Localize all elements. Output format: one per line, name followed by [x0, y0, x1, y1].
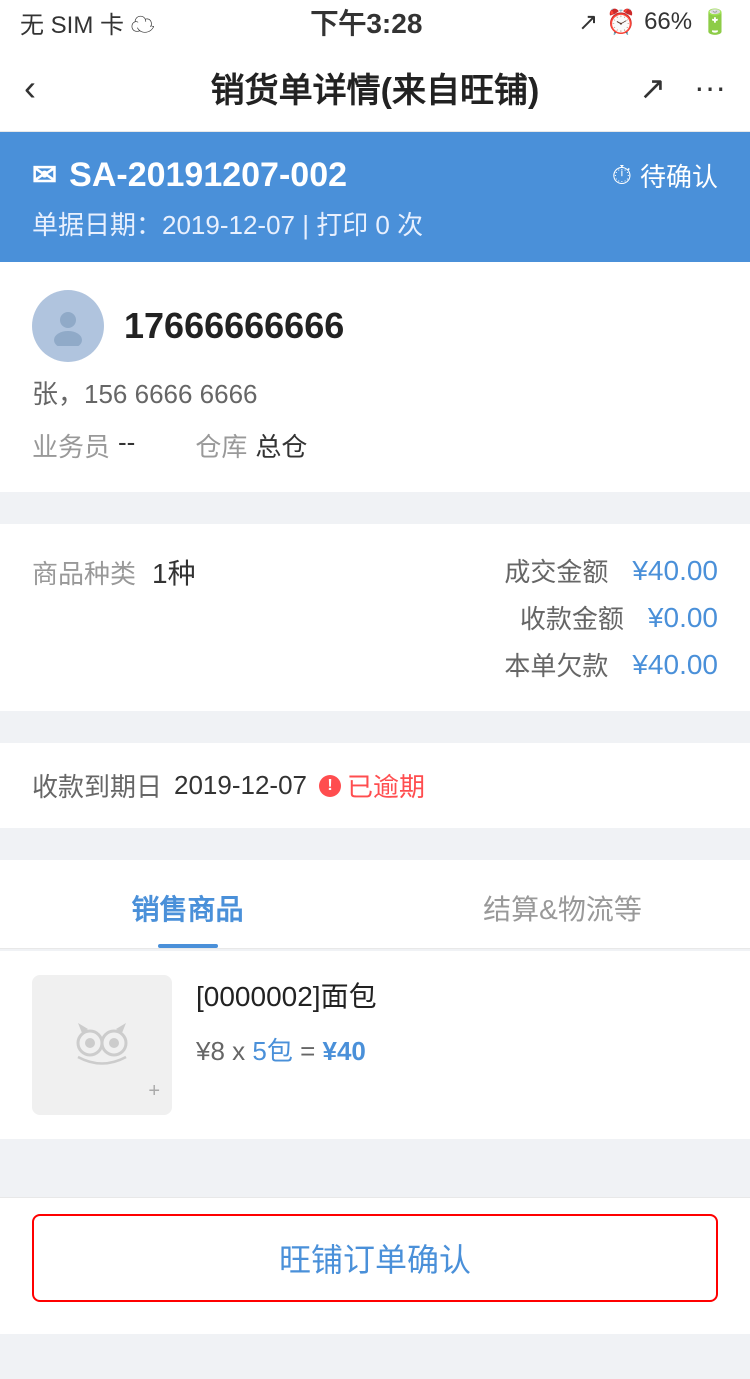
- status-text: 待确认: [640, 157, 718, 194]
- customer-row: 17666666666: [32, 290, 718, 362]
- product-info: [0000002]面包 ¥8 x 5包 = ¥40: [196, 975, 718, 1068]
- customer-phone: 17666666666: [124, 305, 344, 347]
- warehouse-label: 仓库: [195, 427, 247, 464]
- overdue-badge: ! 已逾期: [319, 767, 425, 804]
- divider-1: [0, 508, 750, 524]
- customer-name: 张，156 6666 6666: [32, 374, 718, 411]
- owed-label: 本单欠款: [504, 646, 608, 683]
- battery-text: 66%: [644, 8, 692, 36]
- share-icon[interactable]: ↗: [639, 69, 666, 107]
- tab-settlement[interactable]: 结算&物流等: [375, 860, 750, 948]
- sales-value: --: [118, 427, 135, 464]
- alarm-icon: ⏰: [606, 8, 636, 37]
- clock-icon: ⏱: [612, 160, 632, 192]
- nav-bar: ‹ 销货单详情(来自旺铺) ↗ ···: [0, 44, 750, 132]
- collected-value: ¥0.00: [648, 602, 718, 634]
- status-left: 无 SIM 卡 ☁: [20, 5, 155, 40]
- goods-type-value: 1种: [152, 552, 196, 592]
- due-date-label: 收款到期日: [32, 767, 162, 804]
- transaction-value: ¥40.00: [632, 555, 718, 587]
- amounts-section: 商品种类 1种 成交金额 ¥40.00 收款金额 ¥0.00 本单欠款 ¥40.…: [0, 524, 750, 711]
- owed-value: ¥40.00: [632, 649, 718, 681]
- no-sim-text: 无 SIM 卡 ☁: [20, 5, 155, 40]
- transaction-amount: 成交金额 ¥40.00: [504, 552, 718, 589]
- status-badge: ⏱ 待确认: [612, 157, 718, 194]
- transaction-label: 成交金额: [504, 552, 608, 589]
- product-quantity: 5包: [252, 1036, 292, 1066]
- bottom-bar: 旺铺订单确认: [0, 1197, 750, 1334]
- divider-2: [0, 727, 750, 743]
- customer-details: 业务员 -- 仓库 总仓: [32, 427, 718, 464]
- tab-sales-label: 销售商品: [131, 894, 243, 925]
- goods-type-label: 商品种类: [32, 554, 136, 591]
- warehouse-value: 总仓: [255, 427, 307, 464]
- confirm-button-label: 旺铺订单确认: [279, 1235, 471, 1281]
- status-time: 下午3:28: [310, 2, 422, 42]
- product-item: + [0000002]面包 ¥8 x 5包 = ¥40: [32, 975, 718, 1115]
- divider-3: [0, 844, 750, 860]
- product-price: ¥8: [196, 1036, 225, 1066]
- status-right: ↗ ⏰ 66% 🔋: [578, 8, 730, 37]
- tabs-row: 销售商品 结算&物流等: [0, 860, 750, 949]
- avatar: [32, 290, 104, 362]
- location-icon: ↗: [578, 8, 598, 37]
- owed-amount: 本单欠款 ¥40.00: [504, 646, 718, 683]
- back-button[interactable]: ‹: [24, 57, 46, 119]
- nav-right-actions: ↗ ···: [639, 69, 726, 107]
- tab-settlement-label: 结算&物流等: [483, 894, 642, 925]
- warehouse: 仓库 总仓: [195, 427, 307, 464]
- product-name: [0000002]面包: [196, 975, 718, 1015]
- collected-label: 收款金额: [520, 599, 624, 636]
- amounts-grid: 商品种类 1种 成交金额 ¥40.00 收款金额 ¥0.00 本单欠款 ¥40.…: [32, 552, 718, 683]
- customer-section: 17666666666 张，156 6666 6666 业务员 -- 仓库 总仓: [0, 262, 750, 492]
- product-total: ¥40: [323, 1036, 366, 1066]
- overdue-text: 已逾期: [347, 767, 425, 804]
- product-thumbnail: +: [32, 975, 172, 1115]
- page-title: 销货单详情(来自旺铺): [211, 63, 540, 112]
- goods-type: 商品种类 1种: [32, 552, 196, 592]
- tab-sales-goods[interactable]: 销售商品: [0, 860, 375, 948]
- order-id: SA-20191207-002: [69, 156, 347, 195]
- more-icon[interactable]: ···: [694, 69, 726, 106]
- collected-amount: 收款金额 ¥0.00: [520, 599, 718, 636]
- product-section: + [0000002]面包 ¥8 x 5包 = ¥40: [0, 951, 750, 1139]
- order-number: ✉ SA-20191207-002: [32, 156, 347, 195]
- due-date-section: 收款到期日 2019-12-07 ! 已逾期: [0, 743, 750, 828]
- due-date-value: 2019-12-07: [174, 770, 307, 801]
- order-meta: 单据日期：2019-12-07 | 打印 0 次: [32, 205, 718, 242]
- product-eq-sign: =: [300, 1036, 315, 1066]
- amounts-right: 成交金额 ¥40.00 收款金额 ¥0.00 本单欠款 ¥40.00: [504, 552, 718, 683]
- order-header-top: ✉ SA-20191207-002 ⏱ 待确认: [32, 156, 718, 195]
- email-icon: ✉: [32, 158, 57, 193]
- sales-person: 业务员 --: [32, 427, 135, 464]
- status-bar: 无 SIM 卡 ☁ 下午3:28 ↗ ⏰ 66% 🔋: [0, 0, 750, 44]
- confirm-button[interactable]: 旺铺订单确认: [32, 1214, 718, 1302]
- overdue-dot-icon: !: [319, 775, 341, 797]
- product-x: x: [232, 1036, 245, 1066]
- order-header: ✉ SA-20191207-002 ⏱ 待确认 单据日期：2019-12-07 …: [0, 132, 750, 262]
- battery-icon: 🔋: [700, 8, 730, 37]
- product-price-row: ¥8 x 5包 = ¥40: [196, 1031, 718, 1068]
- sales-label: 业务员: [32, 427, 110, 464]
- brand-plus-icon: +: [148, 1080, 160, 1103]
- tabs-section: 销售商品 结算&物流等: [0, 860, 750, 949]
